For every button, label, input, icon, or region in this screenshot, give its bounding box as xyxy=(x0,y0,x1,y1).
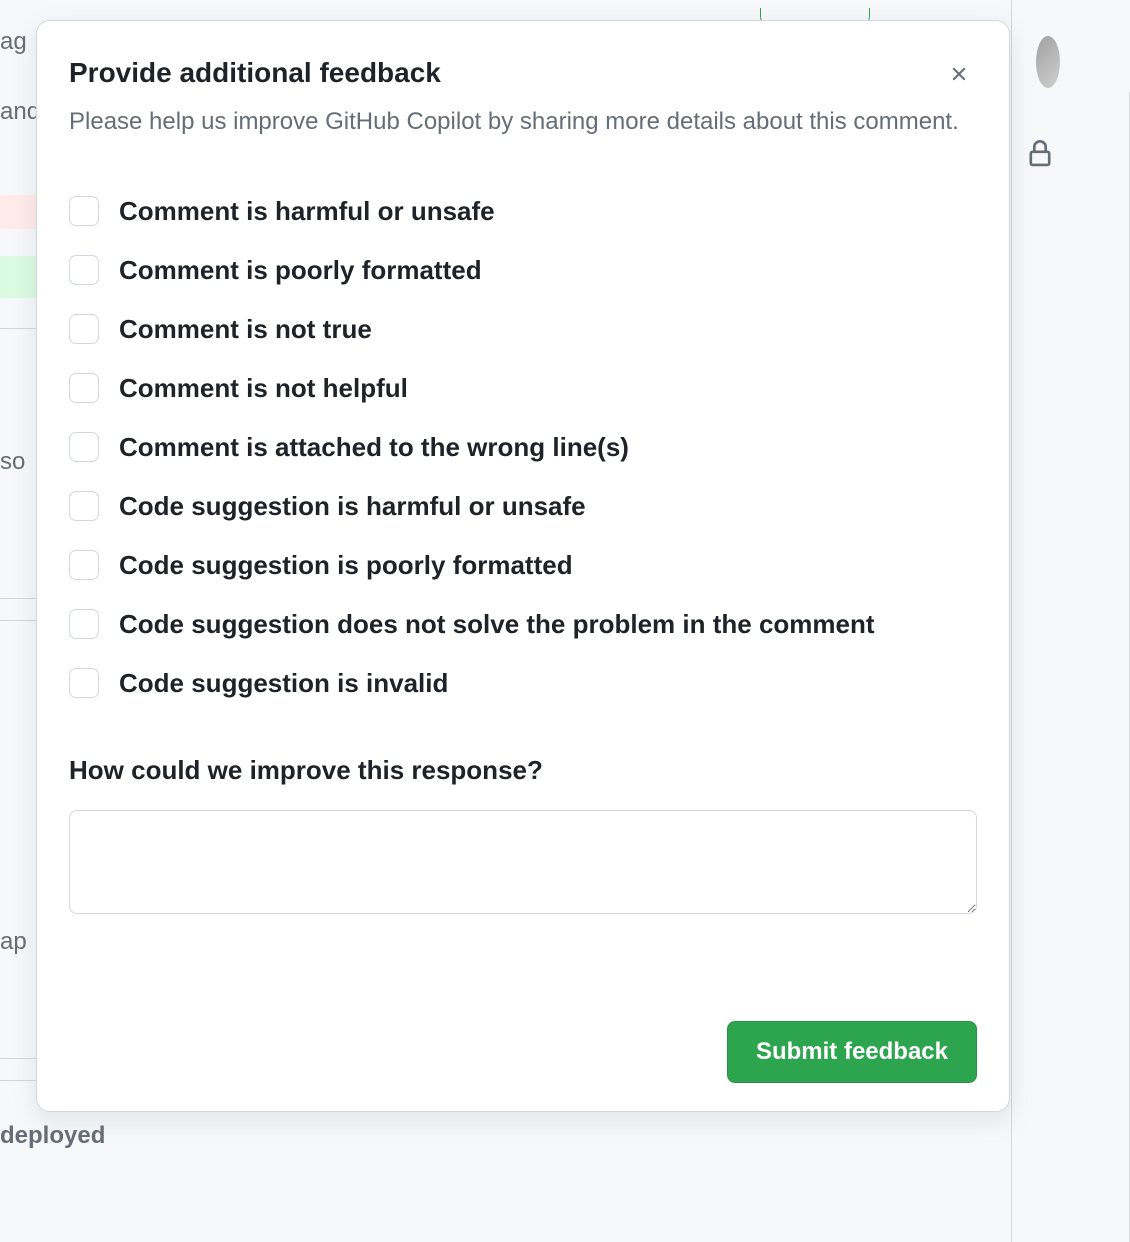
avatar[interactable] xyxy=(1036,36,1060,88)
feedback-modal: Provide additional feedback Please help … xyxy=(36,20,1010,1112)
bg-divider xyxy=(0,328,36,329)
bg-diff-removed-line xyxy=(0,195,36,229)
feedback-option[interactable]: Comment is not helpful xyxy=(69,373,977,404)
checkbox-icon xyxy=(69,609,99,639)
feedback-option-label: Comment is poorly formatted xyxy=(119,255,482,286)
feedback-option-label: Code suggestion is poorly formatted xyxy=(119,550,573,581)
close-icon xyxy=(948,63,970,88)
feedback-option-label: Comment is not helpful xyxy=(119,373,408,404)
bg-text-fragment: and xyxy=(0,98,40,126)
feedback-option-label: Comment is not true xyxy=(119,314,372,345)
feedback-option[interactable]: Code suggestion does not solve the probl… xyxy=(69,609,977,640)
submit-feedback-button[interactable]: Submit feedback xyxy=(727,1021,977,1083)
checkbox-icon xyxy=(69,373,99,403)
bg-diff-added-line xyxy=(0,256,36,298)
feedback-options-list: Comment is harmful or unsafe Comment is … xyxy=(69,196,977,699)
feedback-option[interactable]: Comment is harmful or unsafe xyxy=(69,196,977,227)
modal-subtitle: Please help us improve GitHub Copilot by… xyxy=(69,105,977,140)
feedback-option[interactable]: Code suggestion is invalid xyxy=(69,668,977,699)
feedback-option-label: Code suggestion is invalid xyxy=(119,668,448,699)
feedback-option[interactable]: Code suggestion is harmful or unsafe xyxy=(69,491,977,522)
feedback-option[interactable]: Comment is attached to the wrong line(s) xyxy=(69,432,977,463)
bg-divider xyxy=(0,1058,36,1059)
checkbox-icon xyxy=(69,432,99,462)
close-button[interactable] xyxy=(941,57,977,93)
feedback-textarea[interactable] xyxy=(69,810,977,914)
checkbox-icon xyxy=(69,255,99,285)
checkbox-icon xyxy=(69,314,99,344)
feedback-option-label: Code suggestion does not solve the probl… xyxy=(119,609,875,640)
feedback-option-label: Comment is harmful or unsafe xyxy=(119,196,495,227)
bg-text-fragment: so xyxy=(0,448,25,476)
checkbox-icon xyxy=(69,668,99,698)
feedback-option[interactable]: Comment is not true xyxy=(69,314,977,345)
checkbox-icon xyxy=(69,550,99,580)
bg-divider xyxy=(0,1080,36,1081)
feedback-option[interactable]: Comment is poorly formatted xyxy=(69,255,977,286)
bg-divider xyxy=(0,598,36,599)
modal-footer: Submit feedback xyxy=(69,1021,977,1083)
checkbox-icon xyxy=(69,196,99,226)
feedback-option[interactable]: Code suggestion is poorly formatted xyxy=(69,550,977,581)
bg-text-fragment: ap xyxy=(0,928,27,956)
bg-text-fragment: ag xyxy=(0,28,27,56)
improve-response-heading: How could we improve this response? xyxy=(69,755,977,786)
bg-panel-border xyxy=(1011,0,1012,1242)
modal-title: Provide additional feedback xyxy=(69,57,977,89)
lock-icon xyxy=(1026,140,1054,173)
feedback-option-label: Comment is attached to the wrong line(s) xyxy=(119,432,629,463)
modal-header: Provide additional feedback Please help … xyxy=(69,57,977,140)
bg-text-deployed: deployed xyxy=(0,1122,105,1150)
checkbox-icon xyxy=(69,491,99,521)
bg-divider xyxy=(0,620,36,621)
feedback-option-label: Code suggestion is harmful or unsafe xyxy=(119,491,586,522)
